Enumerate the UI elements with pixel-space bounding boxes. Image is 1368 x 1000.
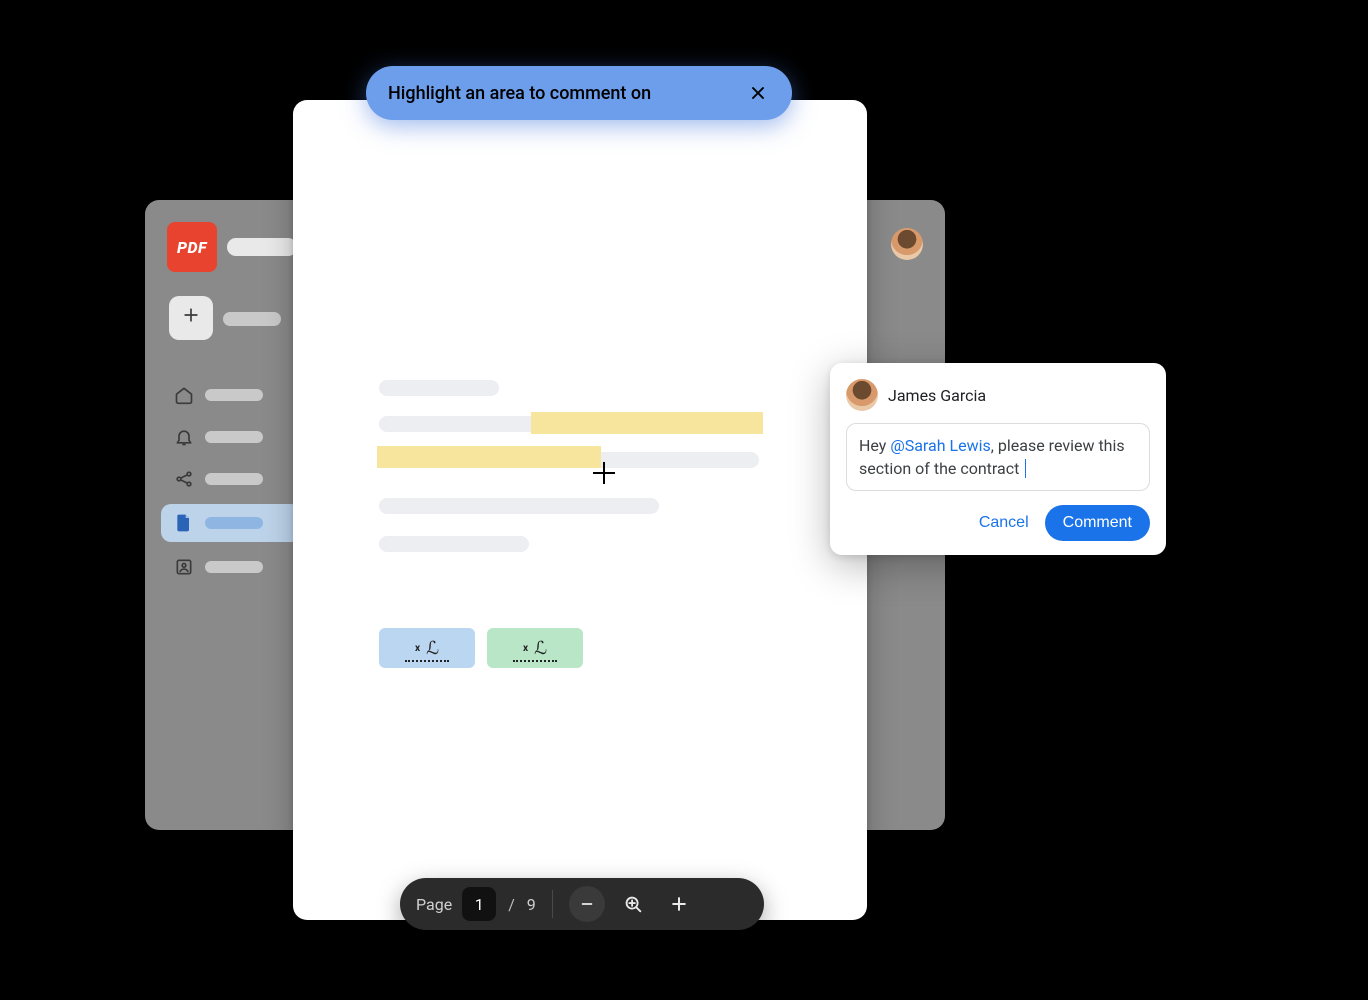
signature-x-icon: x xyxy=(415,643,420,654)
signature-field-green[interactable]: x ℒ xyxy=(487,628,583,668)
comment-input[interactable]: Hey @Sarah Lewis, please review this sec… xyxy=(846,423,1150,491)
zoom-in-button[interactable] xyxy=(661,886,697,922)
add-button[interactable] xyxy=(169,296,213,340)
comment-author: James Garcia xyxy=(888,386,986,405)
sidebar-item-notifications[interactable] xyxy=(173,426,263,448)
comment-button[interactable]: Comment xyxy=(1045,505,1150,541)
share-icon xyxy=(173,468,195,490)
sidebar-item-home[interactable] xyxy=(173,384,263,406)
page-separator: / xyxy=(508,895,515,914)
page-toolbar: Page 1 / 9 xyxy=(400,878,764,930)
signature-field-blue[interactable]: x ℒ xyxy=(379,628,475,668)
sidebar-item-files[interactable] xyxy=(161,504,301,542)
sidebar-item-share[interactable] xyxy=(173,468,263,490)
comment-header: James Garcia xyxy=(846,379,1150,411)
cancel-button[interactable]: Cancel xyxy=(979,505,1029,541)
signature-underline xyxy=(513,660,557,662)
sidebar-item-label xyxy=(205,517,263,529)
highlight-area[interactable] xyxy=(531,412,763,434)
highlight-area[interactable] xyxy=(377,446,601,468)
sidebar-item-label xyxy=(205,561,263,573)
text-placeholder xyxy=(379,498,659,514)
page-current-input[interactable]: 1 xyxy=(462,887,496,921)
toolbar-divider xyxy=(552,890,553,918)
sidebar-item-label xyxy=(205,431,263,443)
stage: PDF xyxy=(130,60,1230,940)
bell-icon xyxy=(173,426,195,448)
sidebar-item-label xyxy=(205,473,263,485)
signature-x-icon: x xyxy=(523,643,528,654)
comment-actions: Cancel Comment xyxy=(846,505,1150,541)
breadcrumb-placeholder xyxy=(227,238,297,256)
page-total: 9 xyxy=(527,895,536,914)
avatar[interactable] xyxy=(891,228,923,260)
contacts-icon xyxy=(173,556,195,578)
zoom-reset-button[interactable] xyxy=(615,886,651,922)
sidebar-item-contacts[interactable] xyxy=(173,556,263,578)
hint-text: Highlight an area to comment on xyxy=(388,83,651,104)
document-canvas[interactable]: x ℒ x ℒ xyxy=(293,100,867,920)
page-label: Page xyxy=(416,895,452,914)
sidebar-item-label xyxy=(205,389,263,401)
signature-mark-icon: ℒ xyxy=(426,638,439,659)
zoom-out-button[interactable] xyxy=(569,886,605,922)
text-placeholder xyxy=(379,380,499,396)
hint-banner: Highlight an area to comment on xyxy=(366,66,792,120)
document-inner: x ℒ x ℒ xyxy=(293,100,867,920)
close-icon[interactable] xyxy=(746,81,770,105)
file-icon xyxy=(173,512,195,534)
mention-chip[interactable]: @Sarah Lewis xyxy=(890,436,990,455)
avatar xyxy=(846,379,878,411)
text-placeholder xyxy=(379,536,529,552)
text-caret xyxy=(1021,459,1026,478)
add-label-placeholder xyxy=(223,312,281,326)
crosshair-cursor-icon xyxy=(593,462,615,484)
plus-icon xyxy=(181,305,201,331)
home-icon xyxy=(173,384,195,406)
comment-text-pre: Hey xyxy=(859,436,890,455)
signature-underline xyxy=(405,660,449,662)
comment-popover: James Garcia Hey @Sarah Lewis, please re… xyxy=(830,363,1166,555)
signature-mark-icon: ℒ xyxy=(534,638,547,659)
pdf-logo: PDF xyxy=(167,222,217,272)
